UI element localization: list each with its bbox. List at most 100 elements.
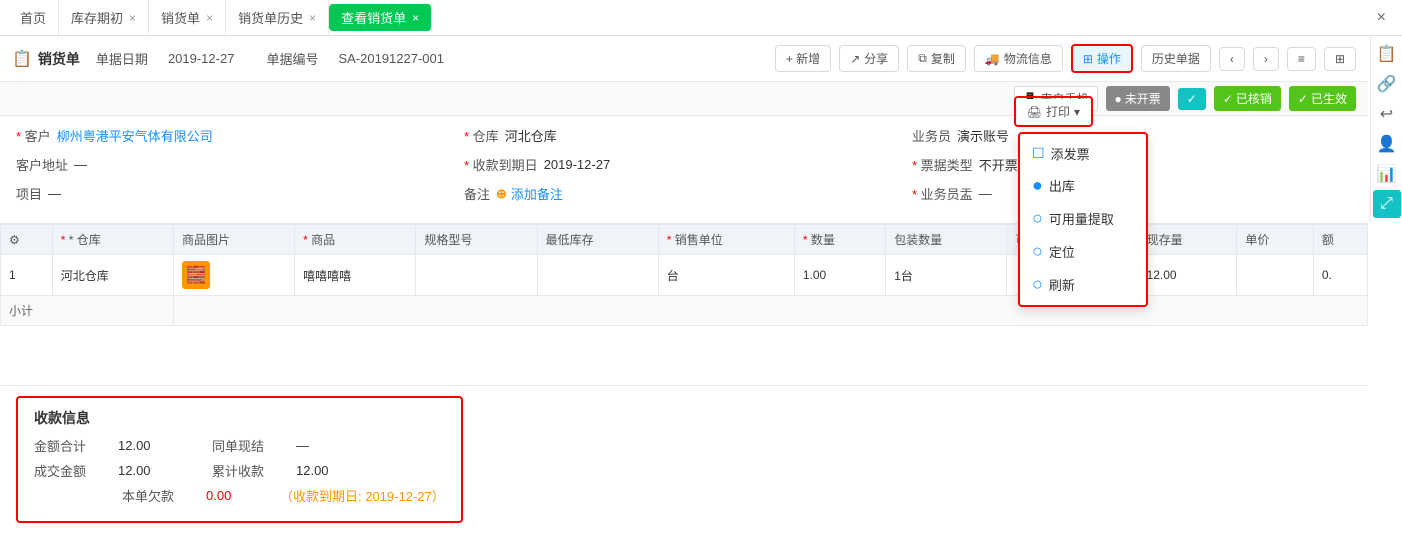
truck-icon: 🚚 xyxy=(985,52,1000,66)
employee-value: 演示账号 xyxy=(957,126,1009,145)
project-label: 项目 xyxy=(16,184,42,203)
col-unit-price: 单价 xyxy=(1237,225,1313,255)
tab-inventory-init[interactable]: 库存期初 × xyxy=(59,0,149,36)
copy-button[interactable]: ⧉ 复制 xyxy=(907,45,966,72)
customer-value[interactable]: 柳州粤港平安气体有限公司 xyxy=(57,126,213,145)
total-amount-value: 12.00 xyxy=(118,438,168,453)
row-spec xyxy=(416,255,537,296)
note-field: 备注 ⊕ 添加备注 xyxy=(464,184,904,203)
cumulative-value: 12.00 xyxy=(296,463,346,478)
logistics-button[interactable]: 🚚 物流信息 xyxy=(974,45,1063,72)
row-unit-price xyxy=(1237,255,1313,296)
row-num: 1 xyxy=(1,255,53,296)
window-close-button[interactable]: × xyxy=(1369,9,1394,27)
sidebar-icon-3[interactable]: ↩ xyxy=(1373,100,1401,128)
row-product-img: 🧱 xyxy=(173,255,294,296)
same-order-label: 同单现结 xyxy=(212,436,272,455)
project-value: — xyxy=(48,186,61,201)
col-product: * 商品 xyxy=(295,225,416,255)
ticket-type-label: 票据类型 xyxy=(912,155,973,174)
ticket-type-value: 不开票 xyxy=(979,155,1018,174)
subtotal-label: 小计 xyxy=(1,296,174,326)
confirm-btn[interactable]: ✓ ✓ xyxy=(1178,88,1206,110)
current-due-value: 0.00 xyxy=(206,488,256,503)
new-button[interactable]: + 新增 xyxy=(775,45,831,72)
effective-btn[interactable]: ✓ 已生效 xyxy=(1289,86,1356,111)
doc-icon: 📋 xyxy=(12,49,32,69)
sales-rep-label: 业务员盂 xyxy=(912,184,973,203)
voided-btn[interactable]: ✓ 已核销 xyxy=(1214,86,1281,111)
tab-home[interactable]: 首页 xyxy=(8,0,59,36)
prev-button[interactable]: ‹ xyxy=(1219,47,1245,71)
col-pkg-qty: 包装数量 xyxy=(886,225,1007,255)
outbound-icon: ● xyxy=(1032,175,1043,196)
doc-actions: + 新增 ↗ 分享 ⧉ 复制 🖨 打印 ▾ 🚚 xyxy=(775,44,1356,73)
history-button[interactable]: 历史单据 xyxy=(1141,45,1211,72)
tab-sales-order[interactable]: 销货单 × xyxy=(149,0,226,36)
refresh-icon: ○ xyxy=(1032,274,1043,295)
dropdown-available-pick[interactable]: ○ 可用量提取 xyxy=(1020,202,1146,235)
sidebar-icon-2[interactable]: 🔗 xyxy=(1373,70,1401,98)
col-product-img: 商品图片 xyxy=(173,225,294,255)
project-field: 项目 — xyxy=(16,184,456,203)
note-label: 备注 xyxy=(464,184,490,203)
col-settings[interactable]: ⚙ xyxy=(1,225,53,255)
tab-view-sales[interactable]: 查看销货单 × xyxy=(329,4,432,31)
transaction-amount-label: 成交金额 xyxy=(34,461,94,480)
sidebar-icon-1[interactable]: 📋 xyxy=(1373,40,1401,68)
tab-sales-history[interactable]: 销货单历史 × xyxy=(226,0,329,36)
sales-rep-value: — xyxy=(979,186,992,201)
print-dropdown-arrow: ▾ xyxy=(1074,105,1080,119)
sidebar-icon-5[interactable]: 📊 xyxy=(1373,160,1401,188)
settings-icon[interactable]: ⚙ xyxy=(9,233,20,247)
doc-number-value: SA-20191227-001 xyxy=(338,51,444,66)
payment-row-1: 金额合计 12.00 同单现结 — xyxy=(34,436,445,455)
not-open-btn[interactable]: ● 未开票 xyxy=(1106,86,1170,111)
dropdown-refresh[interactable]: ○ 刷新 xyxy=(1020,268,1146,301)
address-label: 客户地址 xyxy=(16,155,68,174)
row-amount: 0. xyxy=(1313,255,1367,296)
grid-view-button[interactable]: ⊞ xyxy=(1324,47,1356,71)
share-icon: ↗ xyxy=(850,52,860,66)
current-due-label: 本单欠款 xyxy=(122,486,182,505)
doc-date-value: 2019-12-27 xyxy=(168,51,235,66)
data-table: ⚙ * * 仓库 商品图片 * 商品 规格型号 最低库存 * 销售单位 * 数量… xyxy=(0,224,1368,326)
warehouse-label: 仓库 xyxy=(464,126,499,145)
add-invoice-icon: ☐ xyxy=(1032,145,1045,162)
col-amount: 额 xyxy=(1313,225,1367,255)
operate-button[interactable]: ⊞ 操作 xyxy=(1071,44,1133,73)
row-min-stock xyxy=(537,255,658,296)
col-spec: 规格型号 xyxy=(416,225,537,255)
next-button[interactable]: › xyxy=(1253,47,1279,71)
address-field: 客户地址 — xyxy=(16,155,456,174)
effective-check-icon: ✓ xyxy=(1298,92,1308,106)
tab-close-sales[interactable]: × xyxy=(206,11,213,25)
print-button[interactable]: 🖨 打印 ▾ xyxy=(1017,99,1090,124)
tab-close-history[interactable]: × xyxy=(309,11,316,25)
doc-title-area: 📋 销货单 xyxy=(12,49,80,69)
sidebar-icon-4[interactable]: 👤 xyxy=(1373,130,1401,158)
dropdown-outbound[interactable]: ● 出库 xyxy=(1020,169,1146,202)
tab-close-inventory[interactable]: × xyxy=(129,11,136,25)
locate-icon: ○ xyxy=(1032,241,1043,262)
doc-number-label: 单据编号 xyxy=(266,49,318,68)
dropdown-locate[interactable]: ○ 定位 xyxy=(1020,235,1146,268)
warehouse-value: 河北仓库 xyxy=(505,126,557,145)
list-view-button[interactable]: ≡ xyxy=(1287,47,1316,71)
form-row-1: 客户 柳州粤港平安气体有限公司 仓库 河北仓库 业务员 演示账号 xyxy=(16,126,1352,145)
payment-row-2: 成交金额 12.00 累计收款 12.00 xyxy=(34,461,445,480)
copy-icon: ⧉ xyxy=(918,51,927,66)
print-highlight-box: 🖨 打印 ▾ xyxy=(1014,96,1093,127)
product-thumbnail: 🧱 xyxy=(182,261,210,289)
col-min-stock: 最低库存 xyxy=(537,225,658,255)
due-date-label: 收款到期日 xyxy=(464,155,538,174)
doc-meta: 单据日期 2019-12-27 单据编号 SA-20191227-001 xyxy=(96,49,444,68)
sidebar-icon-expand[interactable]: ⤢ xyxy=(1373,190,1401,218)
dropdown-add-invoice[interactable]: ☐ 添发票 xyxy=(1020,138,1146,169)
customer-field: 客户 柳州粤港平安气体有限公司 xyxy=(16,126,456,145)
row-sales-unit: 台 xyxy=(658,255,794,296)
share-button[interactable]: ↗ 分享 xyxy=(839,45,899,72)
subtotal-row: 小计 xyxy=(1,296,1368,326)
tab-close-view[interactable]: × xyxy=(412,11,419,25)
add-note-btn[interactable]: ⊕ 添加备注 xyxy=(496,184,563,203)
